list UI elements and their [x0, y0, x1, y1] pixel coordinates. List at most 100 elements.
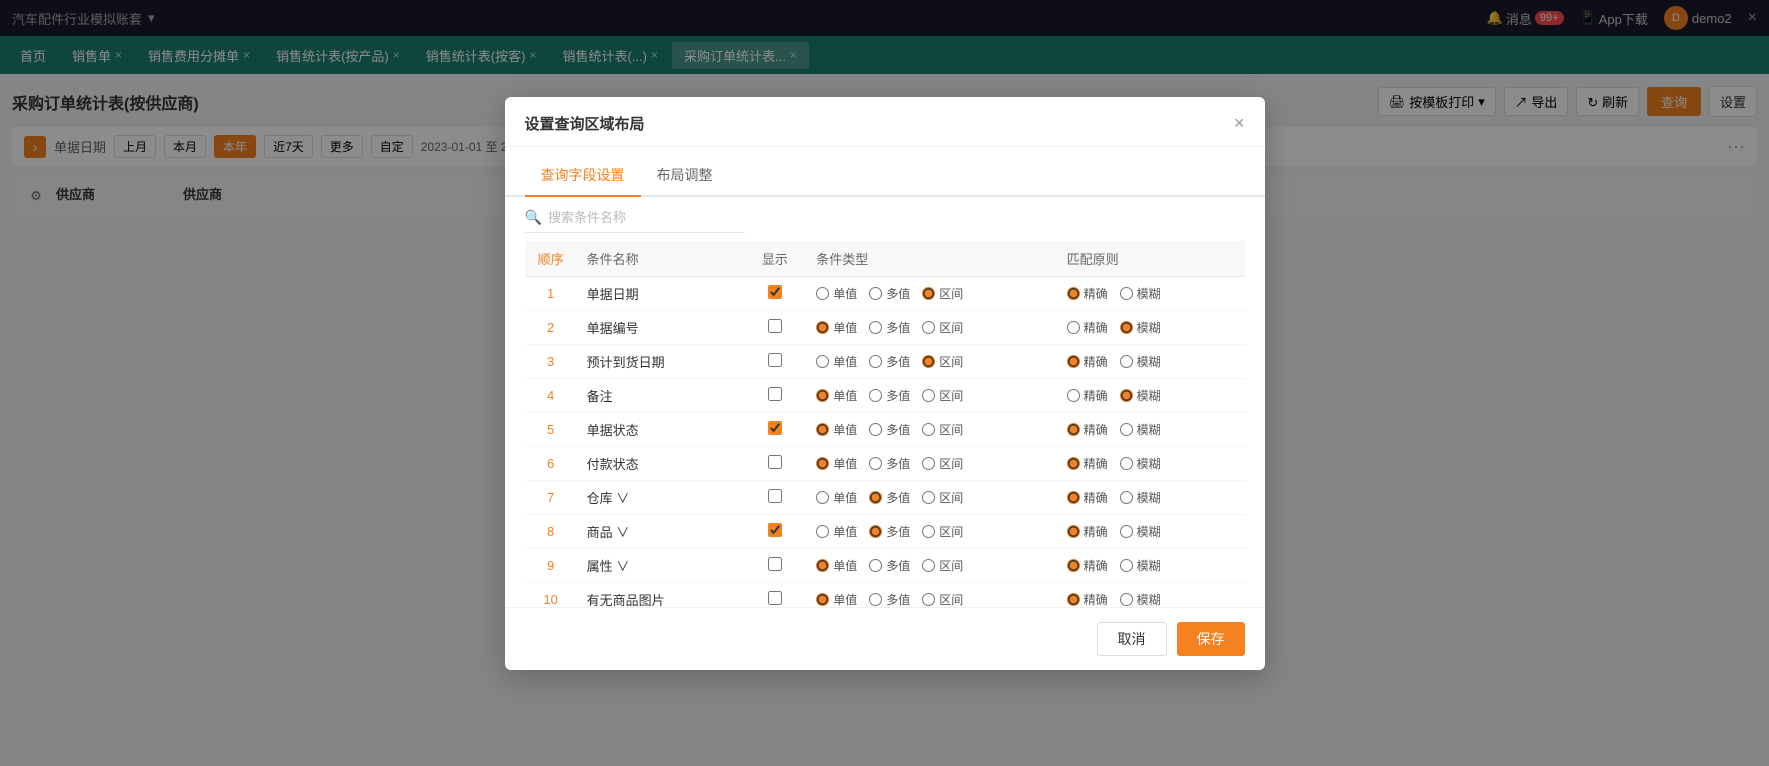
- row-type-option-7-0[interactable]: 单值: [816, 523, 857, 540]
- radio-match-2-1[interactable]: [1120, 355, 1133, 368]
- row-match-option-5-1[interactable]: 模糊: [1120, 455, 1161, 472]
- radio-type-2-1[interactable]: [869, 355, 882, 368]
- radio-type-6-0[interactable]: [816, 491, 829, 504]
- row-type-6[interactable]: 单值多值区间: [806, 480, 1056, 514]
- row-type-option-6-2[interactable]: 区间: [922, 489, 963, 506]
- radio-type-3-2[interactable]: [922, 389, 935, 402]
- radio-type-3-0[interactable]: [816, 389, 829, 402]
- row-type-option-0-1[interactable]: 多值: [869, 285, 910, 302]
- modal-close-button[interactable]: ×: [1234, 113, 1245, 134]
- row-match-option-8-0[interactable]: 精确: [1067, 557, 1108, 574]
- radio-type-8-2[interactable]: [922, 559, 935, 572]
- radio-type-2-2[interactable]: [922, 355, 935, 368]
- row-match-0[interactable]: 精确模糊: [1057, 277, 1245, 311]
- radio-match-7-1[interactable]: [1120, 525, 1133, 538]
- checkbox-show-7[interactable]: [768, 523, 782, 537]
- row-type-option-7-2[interactable]: 区间: [922, 523, 963, 540]
- row-match-9[interactable]: 精确模糊: [1057, 582, 1245, 607]
- radio-match-3-1[interactable]: [1120, 389, 1133, 402]
- row-type-option-0-2[interactable]: 区间: [922, 285, 963, 302]
- radio-type-1-2[interactable]: [922, 321, 935, 334]
- checkbox-show-9[interactable]: [768, 591, 782, 605]
- row-type-option-7-1[interactable]: 多值: [869, 523, 910, 540]
- radio-type-9-2[interactable]: [922, 593, 935, 606]
- row-show-4[interactable]: [744, 412, 807, 446]
- row-type-option-2-2[interactable]: 区间: [922, 353, 963, 370]
- radio-match-4-0[interactable]: [1067, 423, 1080, 436]
- checkbox-show-0[interactable]: [768, 285, 782, 299]
- row-type-option-6-1[interactable]: 多值: [869, 489, 910, 506]
- row-type-option-5-0[interactable]: 单值: [816, 455, 857, 472]
- row-type-3[interactable]: 单值多值区间: [806, 378, 1056, 412]
- row-match-option-4-0[interactable]: 精确: [1067, 421, 1108, 438]
- row-type-option-5-2[interactable]: 区间: [922, 455, 963, 472]
- radio-match-0-0[interactable]: [1067, 287, 1080, 300]
- row-match-6[interactable]: 精确模糊: [1057, 480, 1245, 514]
- row-show-5[interactable]: [744, 446, 807, 480]
- radio-type-6-2[interactable]: [922, 491, 935, 504]
- checkbox-show-6[interactable]: [768, 489, 782, 503]
- checkbox-show-8[interactable]: [768, 557, 782, 571]
- row-type-9[interactable]: 单值多值区间: [806, 582, 1056, 607]
- row-match-option-7-1[interactable]: 模糊: [1120, 523, 1161, 540]
- row-match-4[interactable]: 精确模糊: [1057, 412, 1245, 446]
- radio-type-0-2[interactable]: [922, 287, 935, 300]
- row-match-option-9-0[interactable]: 精确: [1067, 591, 1108, 607]
- row-type-option-4-2[interactable]: 区间: [922, 421, 963, 438]
- row-show-7[interactable]: [744, 514, 807, 548]
- radio-type-8-0[interactable]: [816, 559, 829, 572]
- row-show-3[interactable]: [744, 378, 807, 412]
- row-type-option-1-1[interactable]: 多值: [869, 319, 910, 336]
- row-match-option-2-1[interactable]: 模糊: [1120, 353, 1161, 370]
- row-show-0[interactable]: [744, 277, 807, 311]
- row-show-9[interactable]: [744, 582, 807, 607]
- checkbox-show-3[interactable]: [768, 387, 782, 401]
- row-show-1[interactable]: [744, 310, 807, 344]
- row-match-2[interactable]: 精确模糊: [1057, 344, 1245, 378]
- row-type-option-6-0[interactable]: 单值: [816, 489, 857, 506]
- row-show-6[interactable]: [744, 480, 807, 514]
- row-type-option-3-1[interactable]: 多值: [869, 387, 910, 404]
- radio-type-1-1[interactable]: [869, 321, 882, 334]
- radio-type-5-0[interactable]: [816, 457, 829, 470]
- radio-type-8-1[interactable]: [869, 559, 882, 572]
- modal-table-scroll[interactable]: 1单据日期单值多值区间精确模糊2单据编号单值多值区间精确模糊3预计到货日期单值多…: [525, 277, 1245, 607]
- row-type-1[interactable]: 单值多值区间: [806, 310, 1056, 344]
- row-match-option-0-0[interactable]: 精确: [1067, 285, 1108, 302]
- save-button[interactable]: 保存: [1177, 622, 1245, 656]
- row-type-option-3-0[interactable]: 单值: [816, 387, 857, 404]
- radio-match-5-0[interactable]: [1067, 457, 1080, 470]
- row-match-option-0-1[interactable]: 模糊: [1120, 285, 1161, 302]
- radio-type-7-1[interactable]: [869, 525, 882, 538]
- radio-match-9-1[interactable]: [1120, 593, 1133, 606]
- radio-match-4-1[interactable]: [1120, 423, 1133, 436]
- row-type-option-8-2[interactable]: 区间: [922, 557, 963, 574]
- row-type-option-4-0[interactable]: 单值: [816, 421, 857, 438]
- radio-match-3-0[interactable]: [1067, 389, 1080, 402]
- radio-type-9-1[interactable]: [869, 593, 882, 606]
- row-match-5[interactable]: 精确模糊: [1057, 446, 1245, 480]
- row-type-8[interactable]: 单值多值区间: [806, 548, 1056, 582]
- search-input[interactable]: [548, 210, 728, 225]
- radio-type-0-1[interactable]: [869, 287, 882, 300]
- row-match-option-3-1[interactable]: 模糊: [1120, 387, 1161, 404]
- checkbox-show-2[interactable]: [768, 353, 782, 367]
- row-type-option-8-0[interactable]: 单值: [816, 557, 857, 574]
- checkbox-show-5[interactable]: [768, 455, 782, 469]
- row-type-option-5-1[interactable]: 多值: [869, 455, 910, 472]
- row-type-2[interactable]: 单值多值区间: [806, 344, 1056, 378]
- row-match-option-6-1[interactable]: 模糊: [1120, 489, 1161, 506]
- row-type-option-9-2[interactable]: 区间: [922, 591, 963, 607]
- row-type-option-1-2[interactable]: 区间: [922, 319, 963, 336]
- row-match-7[interactable]: 精确模糊: [1057, 514, 1245, 548]
- row-match-option-8-1[interactable]: 模糊: [1120, 557, 1161, 574]
- radio-type-1-0[interactable]: [816, 321, 829, 334]
- row-type-4[interactable]: 单值多值区间: [806, 412, 1056, 446]
- radio-match-6-1[interactable]: [1120, 491, 1133, 504]
- radio-type-3-1[interactable]: [869, 389, 882, 402]
- row-match-option-1-1[interactable]: 模糊: [1120, 319, 1161, 336]
- row-match-8[interactable]: 精确模糊: [1057, 548, 1245, 582]
- checkbox-show-1[interactable]: [768, 319, 782, 333]
- row-match-1[interactable]: 精确模糊: [1057, 310, 1245, 344]
- row-type-option-9-1[interactable]: 多值: [869, 591, 910, 607]
